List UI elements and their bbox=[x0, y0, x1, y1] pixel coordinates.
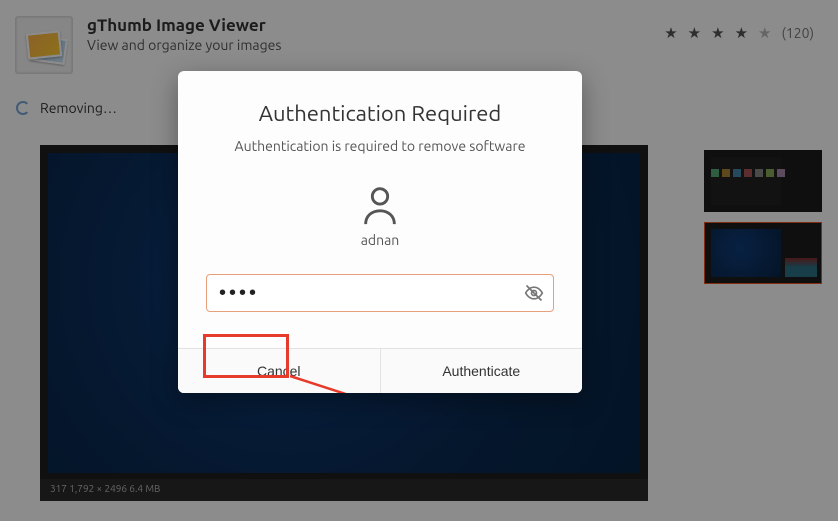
dialog-subtitle: Authentication is required to remove sof… bbox=[198, 138, 562, 154]
cancel-button[interactable]: Cancel bbox=[178, 349, 380, 393]
password-field-wrap bbox=[206, 274, 554, 312]
username-label: adnan bbox=[178, 232, 582, 248]
dialog-title: Authentication Required bbox=[198, 101, 562, 126]
auth-dialog: Authentication Required Authentication i… bbox=[178, 71, 582, 393]
password-input[interactable] bbox=[207, 275, 515, 311]
eye-off-icon[interactable] bbox=[515, 274, 553, 312]
user-icon bbox=[357, 182, 403, 228]
authenticate-button[interactable]: Authenticate bbox=[380, 349, 583, 393]
dialog-actions: Cancel Authenticate bbox=[178, 348, 582, 393]
